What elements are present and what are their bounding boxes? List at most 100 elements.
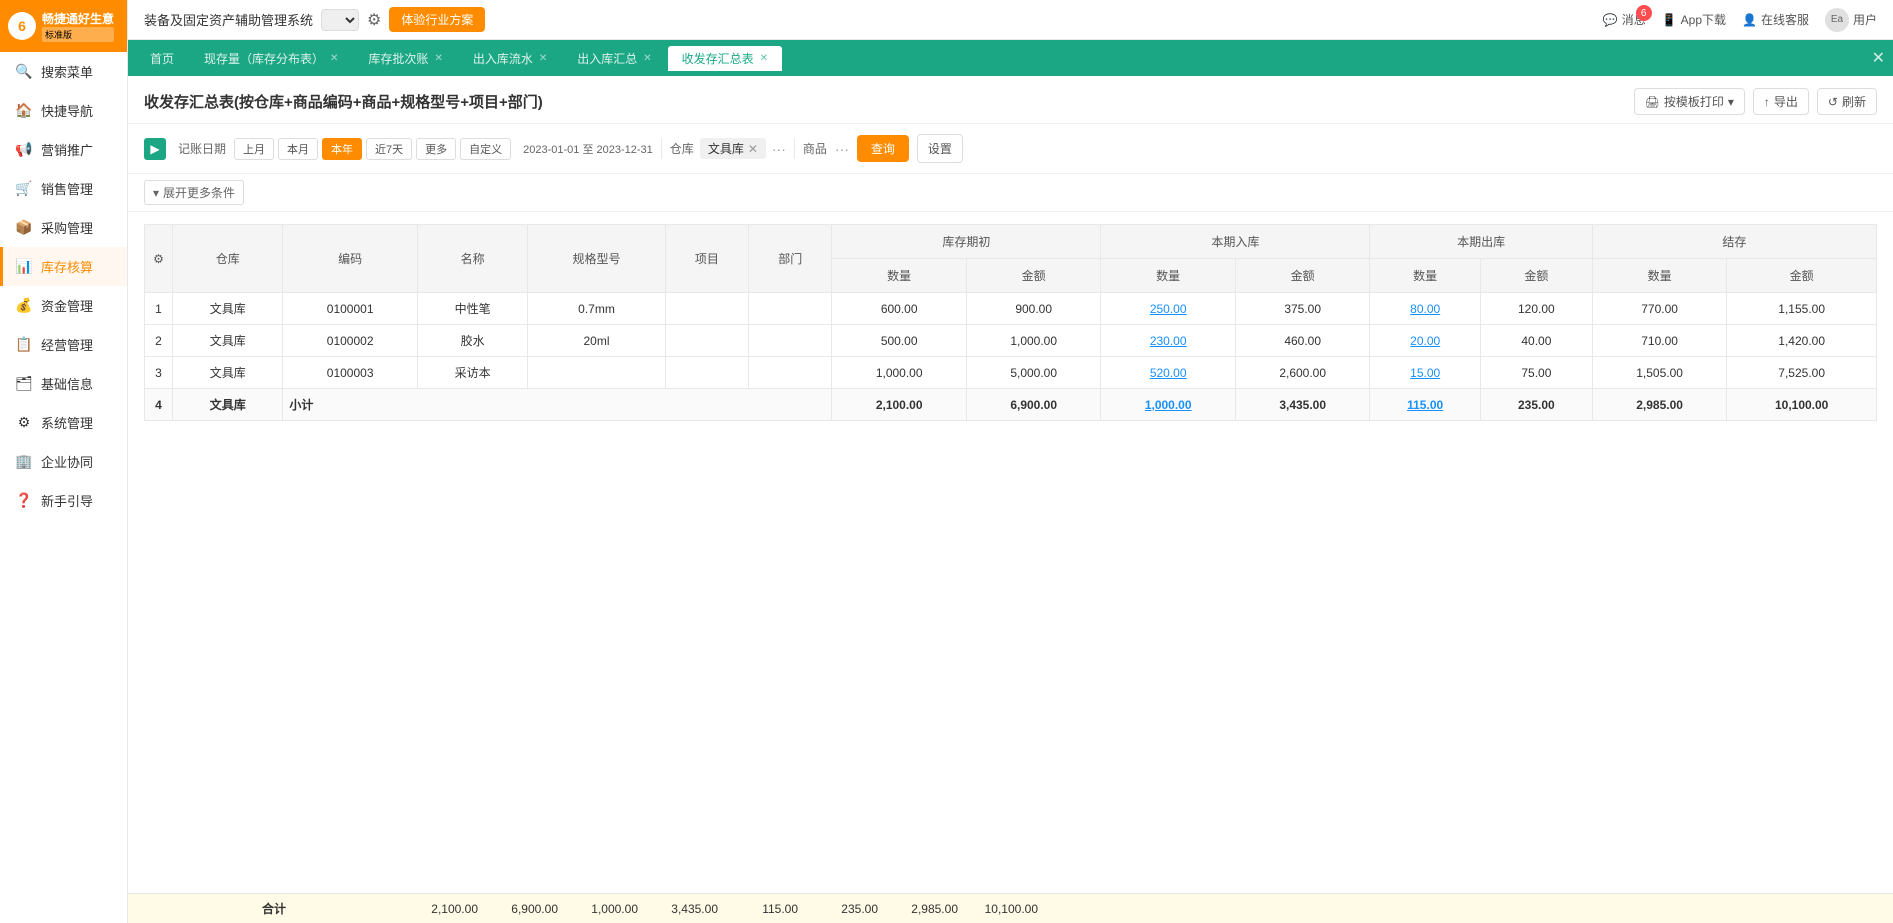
footer-balance-qty: 2,985.00 [884,902,964,916]
sidebar-label-base_info: 基础信息 [41,374,93,393]
out-group-th: 本期出库 [1370,225,1592,259]
tab-close-batch[interactable]: ✕ [434,53,442,64]
row-in-qty[interactable]: 250.00 [1101,293,1236,325]
date-label: 记账日期 [178,140,226,157]
sidebar-item-base_info[interactable]: 🗂 基础信息 [0,364,127,403]
query-button[interactable]: 查询 [857,135,909,162]
topbar-settings-icon[interactable]: ⚙ [367,10,381,30]
refresh-button[interactable]: ↺ 刷新 [1817,88,1877,115]
page-title: 收发存汇总表(按仓库+商品编码+商品+规格型号+项目+部门) [144,91,543,112]
filter-row: 记账日期 上月本月本年近7天更多自定义 2023-01-01 至 2023-12… [178,134,963,163]
sidebar-item-operations[interactable]: 📋经营管理 [0,325,127,364]
tab-close-inout_summary[interactable]: ✕ [643,53,651,64]
footer-label: 合计 [144,900,404,917]
tab-close-receive_summary[interactable]: ✕ [760,53,768,64]
online-service-item[interactable]: 👤 在线客服 [1742,11,1809,28]
sidebar-label-enterprise: 企业协同 [41,452,93,471]
row-goods-code: 0100001 [283,293,418,325]
expand-conditions-button[interactable]: ▾ 展开更多条件 [144,180,244,205]
goods-label: 商品 [803,140,827,157]
sidebar-item-search[interactable]: 🔍搜索菜单 [0,52,127,91]
sidebar-item-finance[interactable]: 💰资金管理 [0,286,127,325]
subtotal-label: 小计 [283,389,832,421]
date-btn-近7天[interactable]: 近7天 [366,138,412,160]
sidebar-item-enterprise[interactable]: 🏢企业协同 [0,442,127,481]
date-btn-自定义[interactable]: 自定义 [460,138,511,160]
out-qty-th: 数量 [1370,259,1480,293]
row-goods-spec [528,357,665,389]
date-btn-更多[interactable]: 更多 [416,138,456,160]
sidebar-item-quick_nav[interactable]: 🏠快捷导航 [0,91,127,130]
filter-setting-button[interactable]: 设置 [917,134,963,163]
in-amt-th: 金额 [1235,259,1370,293]
table-settings-th[interactable]: ⚙ [145,225,173,293]
filter-warehouse: 仓库 文具库 ✕ ··· [670,138,786,159]
tab-inventory[interactable]: 现存量（库存分布表）✕ [190,46,352,71]
sidebar-label-system: 系统管理 [41,413,93,432]
row-out-qty[interactable]: 80.00 [1370,293,1480,325]
tabs-bar: 首页现存量（库存分布表）✕库存批次账✕出入库流水✕出入库汇总✕ 收发存汇总表 ✕ ✕ [128,40,1893,76]
tab-inout_summary[interactable]: 出入库汇总✕ [563,46,665,71]
row-goods-spec: 0.7mm [528,293,665,325]
tab-close-inout_flow[interactable]: ✕ [539,53,547,64]
footer-out-amt: 235.00 [804,902,884,916]
system-select[interactable] [321,9,359,31]
date-buttons: 上月本月本年近7天更多自定义 [234,138,511,160]
app-download-item[interactable]: 📱 App下载 [1662,11,1726,28]
subtotal-out-qty[interactable]: 115.00 [1370,389,1480,421]
row-in-qty[interactable]: 520.00 [1101,357,1236,389]
expand-btn-label: 展开更多条件 [163,184,235,201]
export-icon: ↑ [1764,95,1770,109]
date-btn-本月[interactable]: 本月 [278,138,318,160]
close-all-tabs-button[interactable]: ✕ [1872,48,1885,68]
row-project [665,293,748,325]
sidebar-item-sales[interactable]: 🛒销售管理 [0,169,127,208]
tab-batch[interactable]: 库存批次账✕ [354,46,456,71]
row-out-qty[interactable]: 20.00 [1370,325,1480,357]
date-btn-本年[interactable]: 本年 [322,138,362,160]
subtotal-opening-amt: 6,900.00 [966,389,1101,421]
sidebar-icon-base_info: 🗂 [15,375,33,392]
subtotal-in-qty[interactable]: 1,000.00 [1101,389,1236,421]
sidebar-label-purchase: 采购管理 [41,218,93,237]
in-group-th: 本期入库 [1101,225,1370,259]
messages-item[interactable]: 💬 消息 6 [1603,11,1646,28]
sidebar-item-inventory[interactable]: 📊库存核算 [0,247,127,286]
sidebar-logo: 6 畅捷通好生意 标准版 [0,0,127,52]
print-button[interactable]: 🖨 按模板打印 ▾ [1634,88,1745,115]
warehouse-more[interactable]: ··· [772,141,786,157]
sidebar-item-system[interactable]: ⚙系统管理 [0,403,127,442]
goods-more[interactable]: ··· [835,141,849,157]
sidebar-icon-inventory: 📊 [15,258,33,275]
row-balance-amt: 1,155.00 [1727,293,1877,325]
sidebar-icon-finance: 💰 [15,297,33,314]
tab-home[interactable]: 首页 [136,46,188,71]
sidebar-icon-purchase: 📦 [15,219,33,236]
in-qty-th: 数量 [1101,259,1236,293]
table-row: 2 文具库 0100002 胶水 20ml 500.00 1,000.00 23… [145,325,1877,357]
opening-group-th: 库存期初 [832,225,1101,259]
tab-inout_flow[interactable]: 出入库流水✕ [459,46,561,71]
sidebar-item-purchase[interactable]: 📦 采购管理 [0,208,127,247]
row-out-qty[interactable]: 15.00 [1370,357,1480,389]
sidebar-item-marketing[interactable]: 📢营销推广 [0,130,127,169]
date-btn-上月[interactable]: 上月 [234,138,274,160]
filter-collapse-button[interactable]: ▶ [144,138,166,160]
system-name-text: 装备及固定资产辅助管理系统 [144,10,313,29]
sidebar-item-guide[interactable]: ❓新手引导 [0,481,127,520]
message-icon: 💬 [1603,13,1618,27]
export-button[interactable]: ↑ 导出 [1753,88,1809,115]
tab-receive_summary[interactable]: 收发存汇总表 ✕ [668,46,782,71]
user-item[interactable]: Ea 用户 [1825,8,1877,32]
row-out-amt: 75.00 [1480,357,1592,389]
row-goods-name: 采访本 [417,357,527,389]
warehouse-tag-close[interactable]: ✕ [748,142,758,156]
subtotal-warehouse: 文具库 [173,389,283,421]
tab-close-inventory[interactable]: ✕ [330,53,338,64]
row-in-qty[interactable]: 230.00 [1101,325,1236,357]
row-department [749,325,832,357]
table-container: ⚙ 仓库 编码 名称 规格型号 项目 部门 库存期初 本期入库 本期出库 结存 [128,224,1893,421]
trial-button[interactable]: 体验行业方案 [389,7,485,32]
footer-in-qty: 1,000.00 [564,902,644,916]
tab-label-receive_summary: 收发存汇总表 [682,50,754,67]
